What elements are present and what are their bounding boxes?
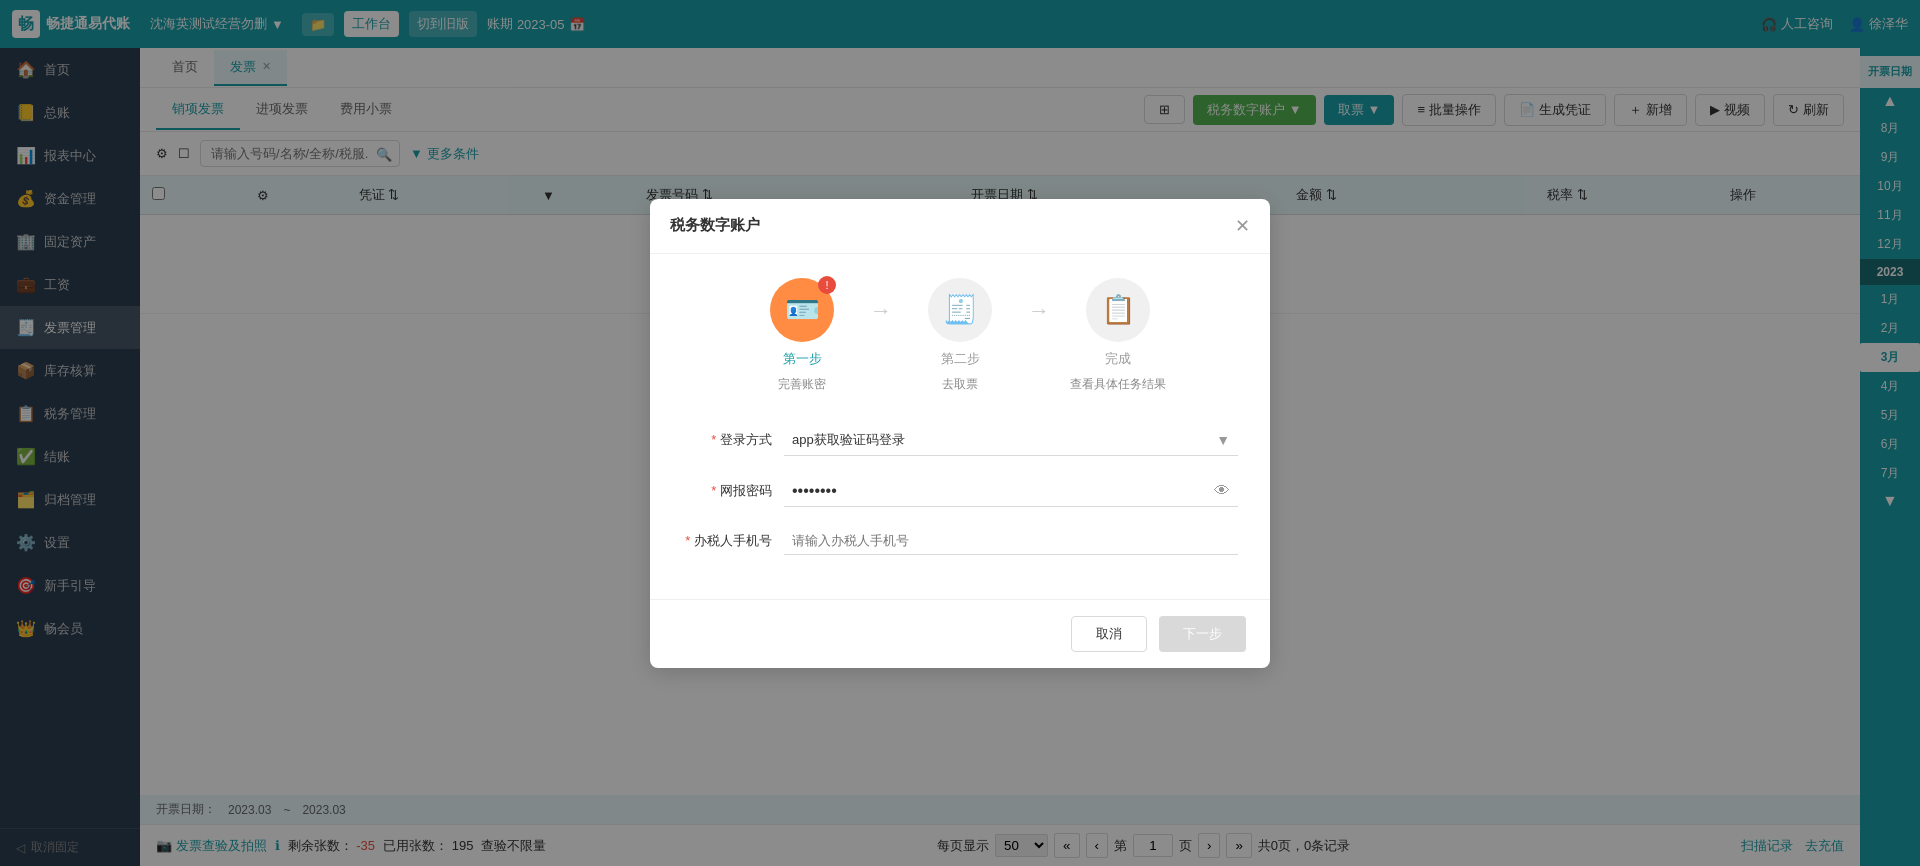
web-password-row: * 网报密码 👁 (682, 476, 1238, 507)
chevron-down-icon: ▼ (1216, 432, 1230, 448)
tax-phone-row: * 办税人手机号 (682, 527, 1238, 555)
step-1-icon: 🪪 (785, 293, 820, 326)
login-method-row: * 登录方式 app获取验证码登录 ▼ (682, 425, 1238, 456)
login-method-select-wrap[interactable]: app获取验证码登录 ▼ (784, 425, 1238, 456)
step-2-circle: 🧾 (928, 278, 992, 342)
login-method-label: * 登录方式 (682, 431, 772, 449)
step-2-label: 第二步 (941, 350, 980, 368)
step-2-icon: 🧾 (943, 293, 978, 326)
modal-title: 税务数字账户 (670, 216, 760, 235)
modal-header: 税务数字账户 ✕ (650, 199, 1270, 254)
web-password-wrap: 👁 (784, 476, 1238, 507)
step-1-circle: 🪪 ! (770, 278, 834, 342)
step-2-desc: 去取票 (942, 376, 978, 393)
tax-account-modal: 税务数字账户 ✕ 🪪 ! 第一步 完善账密 → (650, 199, 1270, 668)
modal-close-button[interactable]: ✕ (1235, 215, 1250, 237)
modal-footer: 取消 下一步 (650, 599, 1270, 668)
cancel-button[interactable]: 取消 (1071, 616, 1147, 652)
step-3-icon: 📋 (1101, 293, 1136, 326)
step-arrow-1: → (862, 298, 900, 324)
next-step-button[interactable]: 下一步 (1159, 616, 1246, 652)
step-1-badge: ! (818, 276, 836, 294)
step-1: 🪪 ! 第一步 完善账密 (742, 278, 862, 393)
password-toggle-icon[interactable]: 👁 (1214, 482, 1230, 500)
modal-body: 🪪 ! 第一步 完善账密 → 🧾 第二步 去取票 → (650, 254, 1270, 599)
tax-phone-label: * 办税人手机号 (682, 532, 772, 550)
web-password-input[interactable] (792, 482, 1214, 500)
step-3-circle: 📋 (1086, 278, 1150, 342)
tax-phone-input[interactable] (784, 527, 1238, 555)
step-1-desc: 完善账密 (778, 376, 826, 393)
web-password-label: * 网报密码 (682, 482, 772, 500)
modal-overlay[interactable]: 税务数字账户 ✕ 🪪 ! 第一步 完善账密 → (0, 0, 1920, 866)
step-1-label: 第一步 (783, 350, 822, 368)
step-3-label: 完成 (1105, 350, 1131, 368)
login-method-value: app获取验证码登录 (792, 431, 905, 449)
modal-form: * 登录方式 app获取验证码登录 ▼ * 网报密码 (682, 425, 1238, 555)
step-3: 📋 完成 查看具体任务结果 (1058, 278, 1178, 393)
step-arrow-2: → (1020, 298, 1058, 324)
step-3-desc: 查看具体任务结果 (1070, 376, 1166, 393)
steps-indicator: 🪪 ! 第一步 完善账密 → 🧾 第二步 去取票 → (682, 278, 1238, 393)
step-2: 🧾 第二步 去取票 (900, 278, 1020, 393)
